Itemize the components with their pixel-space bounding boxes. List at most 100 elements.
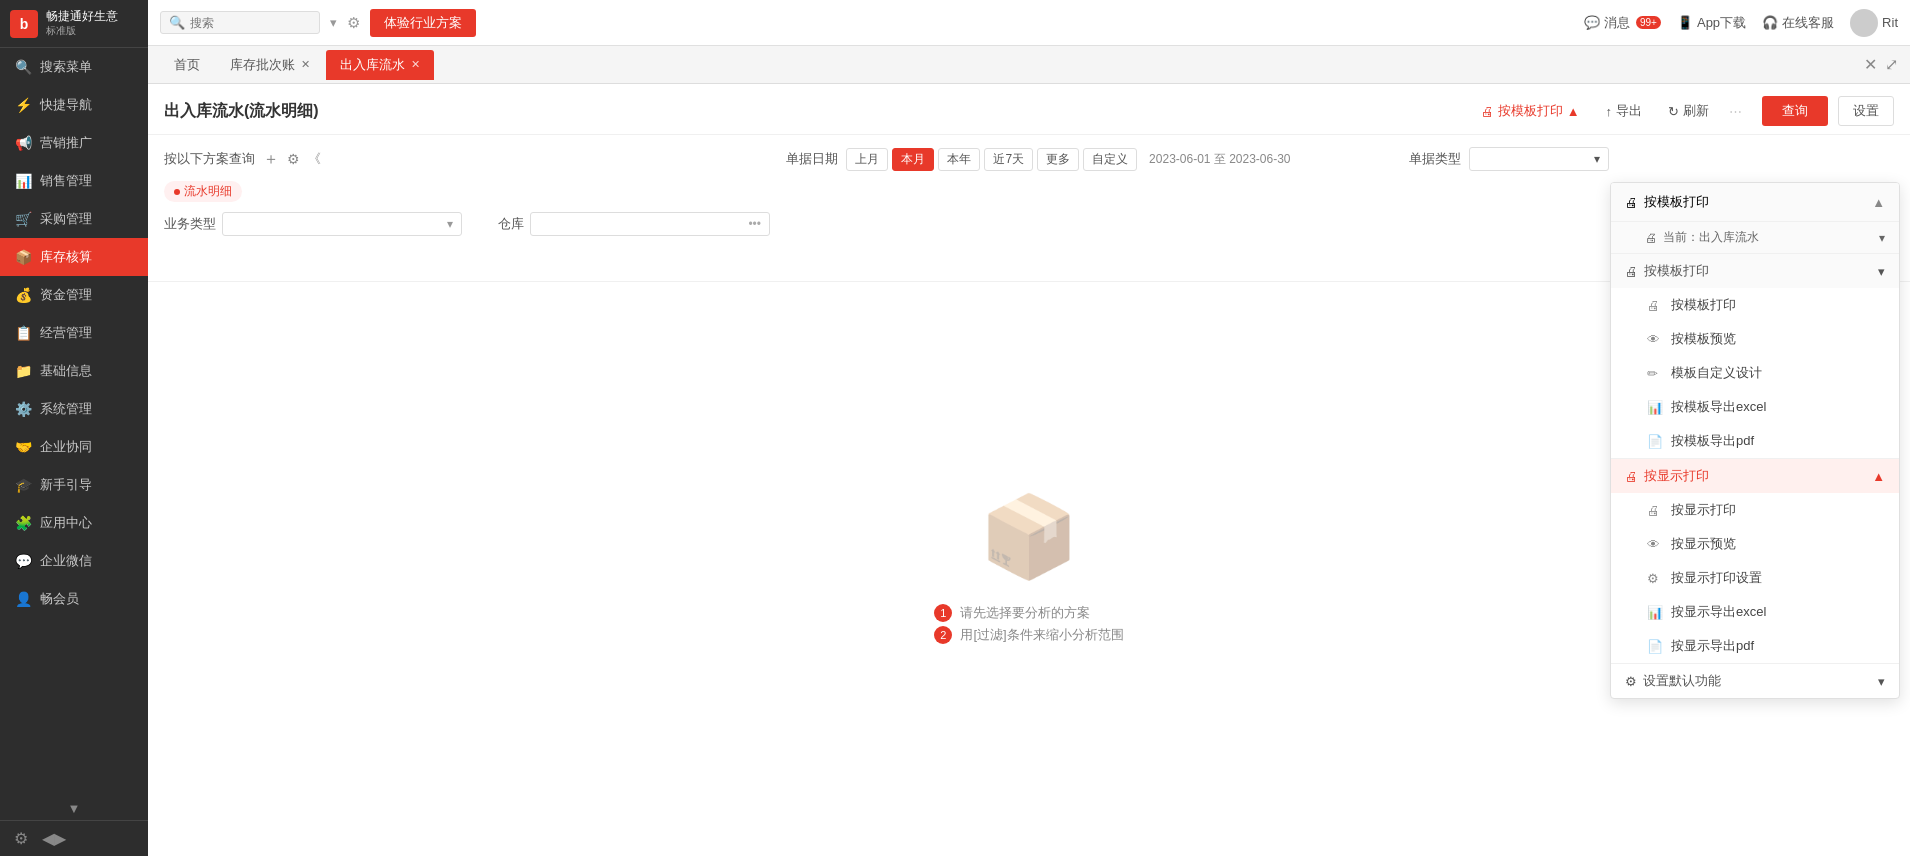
tab-batch-ledger[interactable]: 库存批次账 ✕ bbox=[216, 50, 324, 80]
settings-icon[interactable]: ⚙ bbox=[14, 829, 28, 848]
doc-type-select[interactable]: ▾ bbox=[1469, 147, 1609, 171]
section-chevron-down: ▾ bbox=[1878, 264, 1885, 279]
display-print-item[interactable]: 🖨 按显示打印 bbox=[1611, 493, 1899, 527]
set-default-btn[interactable]: ⚙ 设置默认功能 ▾ bbox=[1611, 664, 1899, 698]
chevron-up-icon: ▲ bbox=[1567, 104, 1580, 119]
warehouse-field: 仓库 ••• bbox=[498, 212, 770, 236]
page-content: 出入库流水(流水明细) 🖨 按模板打印 ▲ ↑ 导出 ↻ 刷新 ⋯ 查询 设置 bbox=[148, 84, 1910, 856]
date-btn-last-month[interactable]: 上月 bbox=[846, 148, 888, 171]
sidebar-item-search[interactable]: 🔍 搜索菜单 bbox=[0, 48, 148, 86]
chevron-down-icon-4: ▾ bbox=[1878, 674, 1885, 689]
template-preview-item[interactable]: 👁 按模板预览 bbox=[1611, 322, 1899, 356]
sidebar-scroll-down[interactable]: ▼ bbox=[0, 797, 148, 820]
tip-text-2: 用[过滤]条件来缩小分析范围 bbox=[960, 626, 1123, 644]
purchase-icon: 🛒 bbox=[14, 211, 32, 227]
window-close-icon[interactable]: ✕ bbox=[1864, 55, 1877, 74]
collapse-icon[interactable]: ◀▶ bbox=[42, 829, 66, 848]
sidebar-item-member[interactable]: 👤 畅会员 bbox=[0, 580, 148, 618]
main-area: 🔍 ▾ ⚙ 体验行业方案 💬 消息 99+ 📱 App下载 🎧 在线客服 R bbox=[148, 0, 1910, 856]
header-search[interactable]: 🔍 bbox=[160, 11, 320, 34]
sidebar-item-marketing[interactable]: 📢 营销推广 bbox=[0, 124, 148, 162]
sidebar-nav: 🔍 搜索菜单 ⚡ 快捷导航 📢 营销推广 📊 销售管理 🛒 采购管理 📦 库存核… bbox=[0, 48, 148, 797]
tabs-bar: 首页 库存批次账 ✕ 出入库流水 ✕ ✕ ⤢ bbox=[148, 46, 1910, 84]
print-dropdown-panel: 🖨 按模板打印 ▲ 🖨 当前：出入库流水 ▾ 🖨 按模板打印 ▾ bbox=[1610, 182, 1900, 699]
template-print-header[interactable]: 🖨 按模板打印 ▾ bbox=[1611, 254, 1899, 288]
sidebar-item-purchase[interactable]: 🛒 采购管理 bbox=[0, 200, 148, 238]
settings-btn[interactable]: 设置 bbox=[1838, 96, 1894, 126]
set-default-label: 设置默认功能 bbox=[1643, 672, 1878, 690]
sidebar-label-basic: 基础信息 bbox=[40, 362, 92, 380]
refresh-btn[interactable]: ↻ 刷新 bbox=[1660, 98, 1717, 124]
printer-icon: 🖨 bbox=[1481, 104, 1494, 119]
export-btn[interactable]: ↑ 导出 bbox=[1598, 98, 1651, 124]
template-excel-item[interactable]: 📊 按模板导出excel bbox=[1611, 390, 1899, 424]
tab-home[interactable]: 首页 bbox=[160, 50, 214, 80]
filter-collapse-btn[interactable]: 《 bbox=[308, 150, 321, 168]
tab-flow-close[interactable]: ✕ bbox=[411, 58, 420, 71]
default-icon: ⚙ bbox=[1625, 674, 1637, 689]
window-expand-icon[interactable]: ⤢ bbox=[1885, 55, 1898, 74]
sidebar-item-operations[interactable]: 📋 经营管理 bbox=[0, 314, 148, 352]
search-input[interactable] bbox=[190, 16, 311, 30]
display-pdf-item[interactable]: 📄 按显示导出pdf bbox=[1611, 629, 1899, 663]
sidebar-item-appcenter[interactable]: 🧩 应用中心 bbox=[0, 504, 148, 542]
sidebar-label-member: 畅会员 bbox=[40, 590, 79, 608]
header-dropdown-arrow[interactable]: ▾ bbox=[330, 15, 337, 30]
business-type-select[interactable]: ▾ bbox=[222, 212, 462, 236]
sidebar-item-finance[interactable]: 💰 资金管理 bbox=[0, 276, 148, 314]
preview-item-icon-2: 👁 bbox=[1647, 537, 1663, 552]
page-title: 出入库流水(流水明细) bbox=[164, 101, 319, 122]
display-print-header-label: 按显示打印 bbox=[1644, 467, 1872, 485]
online-service-btn[interactable]: 🎧 在线客服 bbox=[1762, 14, 1834, 32]
edition-label: 标准版 bbox=[46, 24, 118, 38]
sidebar-item-system[interactable]: ⚙️ 系统管理 bbox=[0, 390, 148, 428]
filter-add-btn[interactable]: ＋ bbox=[263, 149, 279, 170]
sidebar-item-inventory[interactable]: 📦 库存核算 bbox=[0, 238, 148, 276]
sidebar-label-operations: 经营管理 bbox=[40, 324, 92, 342]
sidebar-item-guide[interactable]: 🎓 新手引导 bbox=[0, 466, 148, 504]
empty-illustration: 📦 bbox=[979, 490, 1079, 584]
sidebar-item-wechat[interactable]: 💬 企业微信 bbox=[0, 542, 148, 580]
template-preview-label: 按模板预览 bbox=[1671, 330, 1736, 348]
template-print-item[interactable]: 🖨 按模板打印 bbox=[1611, 288, 1899, 322]
warehouse-select[interactable]: ••• bbox=[530, 212, 770, 236]
display-print-settings-item[interactable]: ⚙ 按显示打印设置 bbox=[1611, 561, 1899, 595]
warehouse-label: 仓库 bbox=[498, 215, 524, 233]
date-btn-current-year[interactable]: 本年 bbox=[938, 148, 980, 171]
header-gear-icon[interactable]: ⚙ bbox=[347, 14, 360, 32]
date-btn-current-month[interactable]: 本月 bbox=[892, 148, 934, 171]
user-avatar-btn[interactable]: Rit bbox=[1850, 9, 1898, 37]
industry-btn[interactable]: 体验行业方案 bbox=[370, 9, 476, 37]
display-print-header[interactable]: 🖨 按显示打印 ▲ bbox=[1611, 459, 1899, 493]
sidebar-label-guide: 新手引导 bbox=[40, 476, 92, 494]
template-pdf-label: 按模板导出pdf bbox=[1671, 432, 1754, 450]
message-btn[interactable]: 💬 消息 99+ bbox=[1584, 14, 1661, 32]
display-excel-item[interactable]: 📊 按显示导出excel bbox=[1611, 595, 1899, 629]
print-template-btn[interactable]: 🖨 按模板打印 ▲ bbox=[1473, 98, 1588, 124]
dropdown-title: 按模板打印 bbox=[1644, 193, 1709, 211]
display-print-section: 🖨 按显示打印 ▲ 🖨 按显示打印 👁 按显示预览 ⚙ 按显示打印设置 bbox=[1611, 459, 1899, 664]
template-pdf-item[interactable]: 📄 按模板导出pdf bbox=[1611, 424, 1899, 458]
sidebar-label-inventory: 库存核算 bbox=[40, 248, 92, 266]
search-icon: 🔍 bbox=[169, 15, 185, 30]
pdf-icon-1: 📄 bbox=[1647, 434, 1663, 449]
date-btn-custom[interactable]: 自定义 bbox=[1083, 148, 1137, 171]
sidebar-item-basic[interactable]: 📁 基础信息 bbox=[0, 352, 148, 390]
tab-batch-ledger-label: 库存批次账 bbox=[230, 56, 295, 74]
display-preview-item[interactable]: 👁 按显示预览 bbox=[1611, 527, 1899, 561]
chevron-down-icon-2: ▾ bbox=[447, 217, 453, 231]
sidebar-item-enterprise[interactable]: 🤝 企业协同 bbox=[0, 428, 148, 466]
app-download-btn[interactable]: 📱 App下载 bbox=[1677, 14, 1746, 32]
sidebar-item-sales[interactable]: 📊 销售管理 bbox=[0, 162, 148, 200]
date-btn-more[interactable]: 更多 bbox=[1037, 148, 1079, 171]
filter-settings-btn[interactable]: ⚙ bbox=[287, 151, 300, 167]
username-label: Rit bbox=[1882, 15, 1898, 30]
pdf-icon-2: 📄 bbox=[1647, 639, 1663, 654]
date-btn-last-7days[interactable]: 近7天 bbox=[984, 148, 1033, 171]
query-btn[interactable]: 查询 bbox=[1762, 96, 1828, 126]
template-excel-label: 按模板导出excel bbox=[1671, 398, 1766, 416]
tab-flow[interactable]: 出入库流水 ✕ bbox=[326, 50, 434, 80]
tab-batch-ledger-close[interactable]: ✕ bbox=[301, 58, 310, 71]
template-custom-item[interactable]: ✏ 模板自定义设计 bbox=[1611, 356, 1899, 390]
sidebar-item-quick-nav[interactable]: ⚡ 快捷导航 bbox=[0, 86, 148, 124]
